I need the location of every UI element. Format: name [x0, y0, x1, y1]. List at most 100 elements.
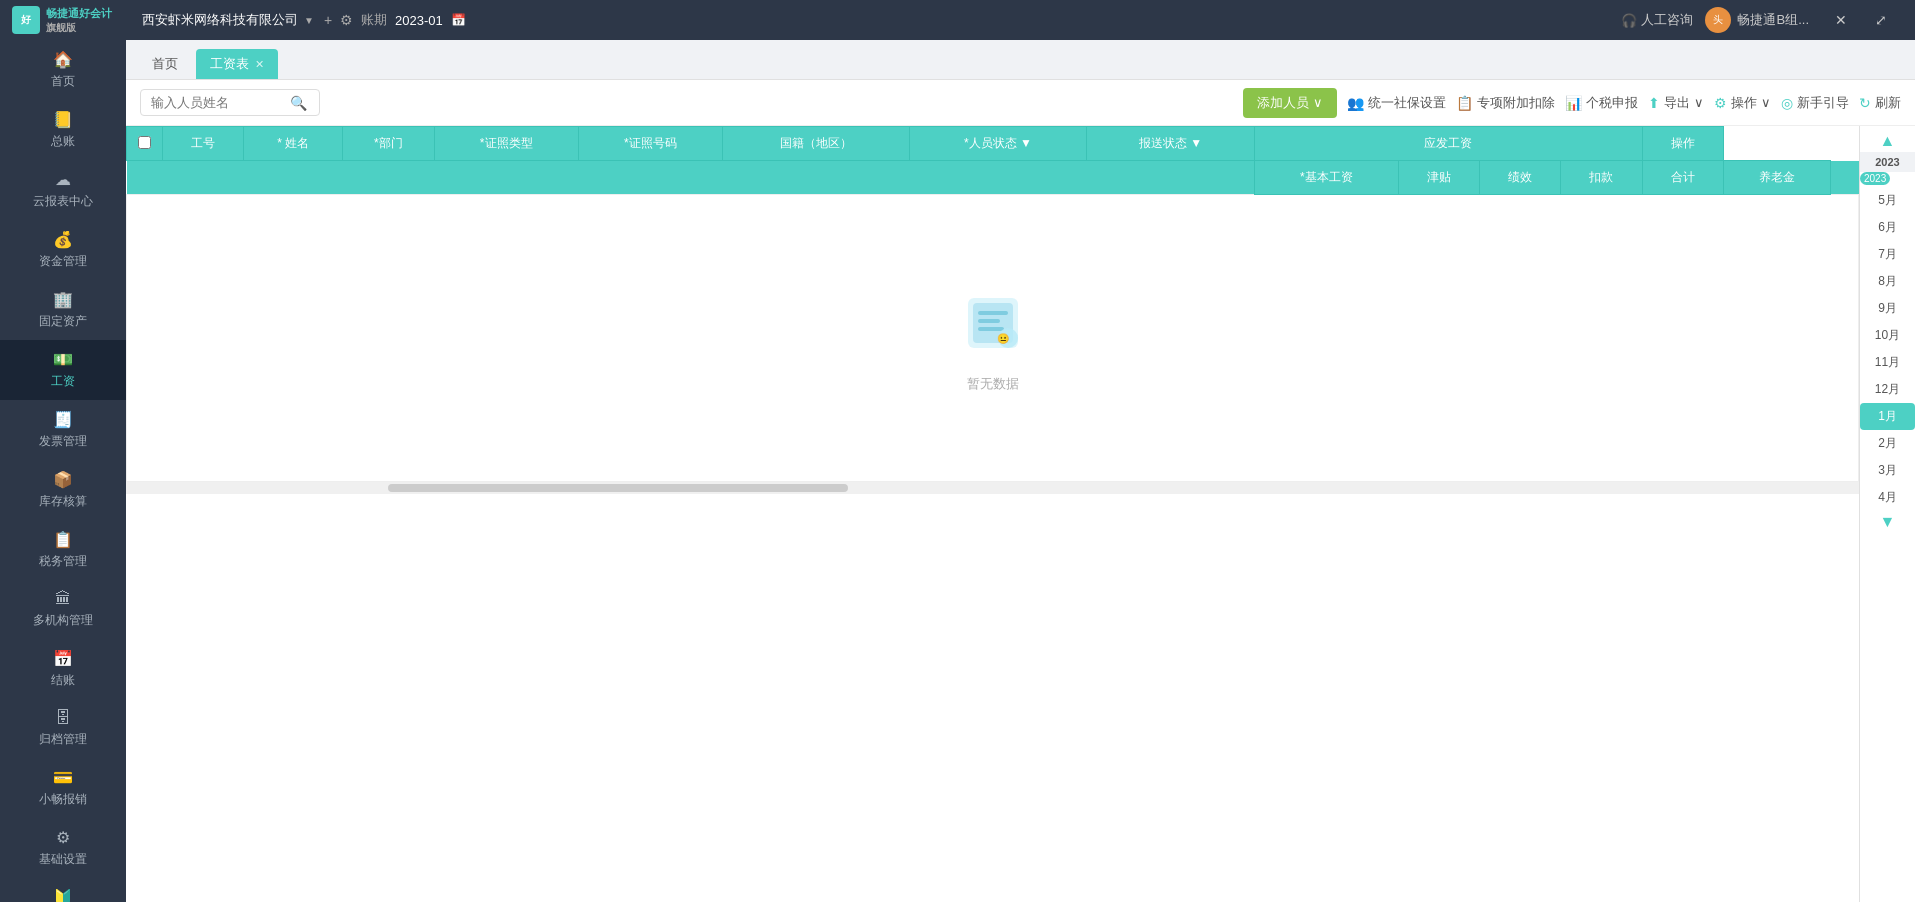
month-item-2月[interactable]: 2月	[1860, 430, 1915, 457]
month-item-4月[interactable]: 4月	[1860, 484, 1915, 511]
sidebar-item-expense[interactable]: 💳 小畅报销	[0, 758, 126, 818]
sidebar-icon-home: 🏠	[53, 50, 73, 69]
logo-icon: 好	[12, 6, 40, 34]
tab-salary[interactable]: 工资表 ✕	[196, 49, 278, 79]
empty-state: 😐 暂无数据	[133, 203, 1852, 473]
settings-icon[interactable]: ⚙	[340, 12, 353, 28]
calendar-icon[interactable]: 📅	[451, 13, 466, 27]
svg-rect-4	[978, 327, 1004, 331]
content-area: 首页 工资表 ✕ 🔍 添加人员 ∨ 👥 统一社保设置 📋 专项附加扣除 📊 个税申报…	[126, 40, 1915, 902]
toolbar-right: 添加人员 ∨ 👥 统一社保设置 📋 专项附加扣除 📊 个税申报 ⬆ 导出 ∨ ⚙ …	[1243, 88, 1901, 118]
sidebar-item-guide[interactable]: 🔰 新手引导	[0, 878, 126, 902]
th-证照号码: *证照号码	[578, 127, 722, 161]
sidebar-item-invoice[interactable]: 🧾 发票管理	[0, 400, 126, 460]
special-deduct-icon: 📋	[1456, 95, 1473, 111]
panel-up-arrow[interactable]: ▲	[1880, 130, 1896, 152]
toolbar-action-special-deduct[interactable]: 📋 专项附加扣除	[1456, 94, 1555, 112]
user-area[interactable]: 头 畅捷通B组...	[1705, 7, 1809, 33]
toolbar-action-new-guide[interactable]: ◎ 新手引导	[1781, 94, 1849, 112]
social-security-label: 统一社保设置	[1368, 94, 1446, 112]
operations-arrow-icon: ∨	[1761, 95, 1771, 110]
sidebar-item-close[interactable]: 📅 结账	[0, 639, 126, 699]
th-*基本工资: *基本工资	[1254, 161, 1398, 195]
sidebar-icon-general-ledger: 📒	[53, 110, 73, 129]
sidebar-item-general-ledger[interactable]: 📒 总账	[0, 100, 126, 160]
toolbar-action-export[interactable]: ⬆ 导出 ∨	[1648, 94, 1704, 112]
sidebar-label-fund: 资金管理	[39, 253, 87, 270]
empty-illustration: 😐	[953, 283, 1033, 363]
th-扣款: 扣款	[1561, 161, 1642, 195]
sidebar-icon-close: 📅	[53, 649, 73, 668]
company-selector[interactable]: 西安虾米网络科技有限公司 ▼	[142, 11, 314, 29]
sidebar-item-tax[interactable]: 📋 税务管理	[0, 520, 126, 580]
month-item-8月[interactable]: 8月	[1860, 268, 1915, 295]
th-报送状态: 报送状态 ▼	[1087, 127, 1254, 161]
sidebar-item-fixed-asset[interactable]: 🏢 固定资产	[0, 280, 126, 340]
sidebar-item-multi-org[interactable]: 🏛 多机构管理	[0, 580, 126, 639]
sidebar-label-invoice: 发票管理	[39, 433, 87, 450]
sidebar-icon-archive: 🗄	[55, 709, 71, 727]
special-deduct-label: 专项附加扣除	[1477, 94, 1555, 112]
right-panel: ▲ 2023 20235月6月7月8月9月10月11月12月1月2月3月4月 ▼	[1859, 126, 1915, 902]
header-actions: + ⚙ 账期 2023-01 📅	[324, 11, 466, 29]
new-guide-label: 新手引导	[1797, 94, 1849, 112]
tab-label-salary: 工资表	[210, 56, 249, 71]
select-all-checkbox[interactable]	[138, 136, 151, 149]
sidebar-item-inventory[interactable]: 📦 库存核算	[0, 460, 126, 520]
add-company-icon[interactable]: +	[324, 12, 332, 28]
tab-home[interactable]: 首页	[138, 49, 192, 79]
sidebar-label-salary: 工资	[51, 373, 75, 390]
toolbar-action-operations[interactable]: ⚙ 操作 ∨	[1714, 94, 1771, 112]
sidebar-item-home[interactable]: 🏠 首页	[0, 40, 126, 100]
month-item-9月[interactable]: 9月	[1860, 295, 1915, 322]
sidebar-icon-fund: 💰	[53, 230, 73, 249]
export-arrow-icon: ∨	[1694, 95, 1704, 110]
sidebar-item-archive[interactable]: 🗄 归档管理	[0, 699, 126, 758]
month-item-11月[interactable]: 11月	[1860, 349, 1915, 376]
service-label: 人工咨询	[1641, 11, 1693, 29]
operations-icon: ⚙	[1714, 95, 1727, 111]
app-edition: 旗舰版	[46, 21, 112, 35]
sidebar-icon-invoice: 🧾	[53, 410, 73, 429]
month-item-5月[interactable]: 5月	[1860, 187, 1915, 214]
scroll-thumb[interactable]	[388, 484, 848, 492]
maximize-window-button[interactable]: ⤢	[1861, 0, 1901, 40]
sidebar-item-settings[interactable]: ⚙ 基础设置	[0, 818, 126, 878]
month-item-3月[interactable]: 3月	[1860, 457, 1915, 484]
th-姓名: * 姓名	[244, 127, 343, 161]
th-操作: 操作	[1642, 127, 1723, 161]
search-icon[interactable]: 🔍	[290, 95, 307, 111]
sidebar-label-settings: 基础设置	[39, 851, 87, 868]
refresh-icon: ↻	[1859, 95, 1871, 111]
th-证照类型: *证照类型	[434, 127, 578, 161]
sidebar-icon-tax: 📋	[53, 530, 73, 549]
service-button[interactable]: 🎧 人工咨询	[1621, 11, 1693, 29]
sidebar-item-cloud-report[interactable]: ☁ 云报表中心	[0, 160, 126, 220]
period-label: 账期	[361, 11, 387, 29]
toolbar-action-refresh[interactable]: ↻ 刷新	[1859, 94, 1901, 112]
month-item-1月[interactable]: 1月	[1860, 403, 1915, 430]
avatar: 头	[1705, 7, 1731, 33]
month-item-7月[interactable]: 7月	[1860, 241, 1915, 268]
user-label: 畅捷通B组...	[1737, 11, 1809, 29]
sidebar-item-salary[interactable]: 💵 工资	[0, 340, 126, 400]
sidebar-item-fund[interactable]: 💰 资金管理	[0, 220, 126, 280]
salary-table: 工号* 姓名*部门*证照类型*证照号码国籍（地区）*人员状态 ▼报送状态 ▼应发…	[126, 126, 1859, 482]
month-item-10月[interactable]: 10月	[1860, 322, 1915, 349]
month-item-12月[interactable]: 12月	[1860, 376, 1915, 403]
tab-close-salary[interactable]: ✕	[255, 58, 264, 70]
month-item-6月[interactable]: 6月	[1860, 214, 1915, 241]
svg-text:😐: 😐	[997, 332, 1010, 345]
toolbar-action-tax-report[interactable]: 📊 个税申报	[1565, 94, 1638, 112]
add-person-button[interactable]: 添加人员 ∨	[1243, 88, 1337, 118]
th-应发工资: 应发工资	[1254, 127, 1642, 161]
sidebar: 🏠 首页 📒 总账 ☁ 云报表中心 💰 资金管理 🏢 固定资产 💵 工资 🧾 发…	[0, 40, 126, 902]
th-合计: 合计	[1642, 161, 1723, 195]
th-人员状态: *人员状态 ▼	[909, 127, 1087, 161]
search-area: 🔍	[140, 89, 307, 116]
panel-down-arrow[interactable]: ▼	[1880, 511, 1896, 533]
th-津贴: 津贴	[1398, 161, 1479, 195]
close-window-button[interactable]: ✕	[1821, 0, 1861, 40]
toolbar-action-social-security[interactable]: 👥 统一社保设置	[1347, 94, 1446, 112]
empty-text: 暂无数据	[967, 375, 1019, 393]
